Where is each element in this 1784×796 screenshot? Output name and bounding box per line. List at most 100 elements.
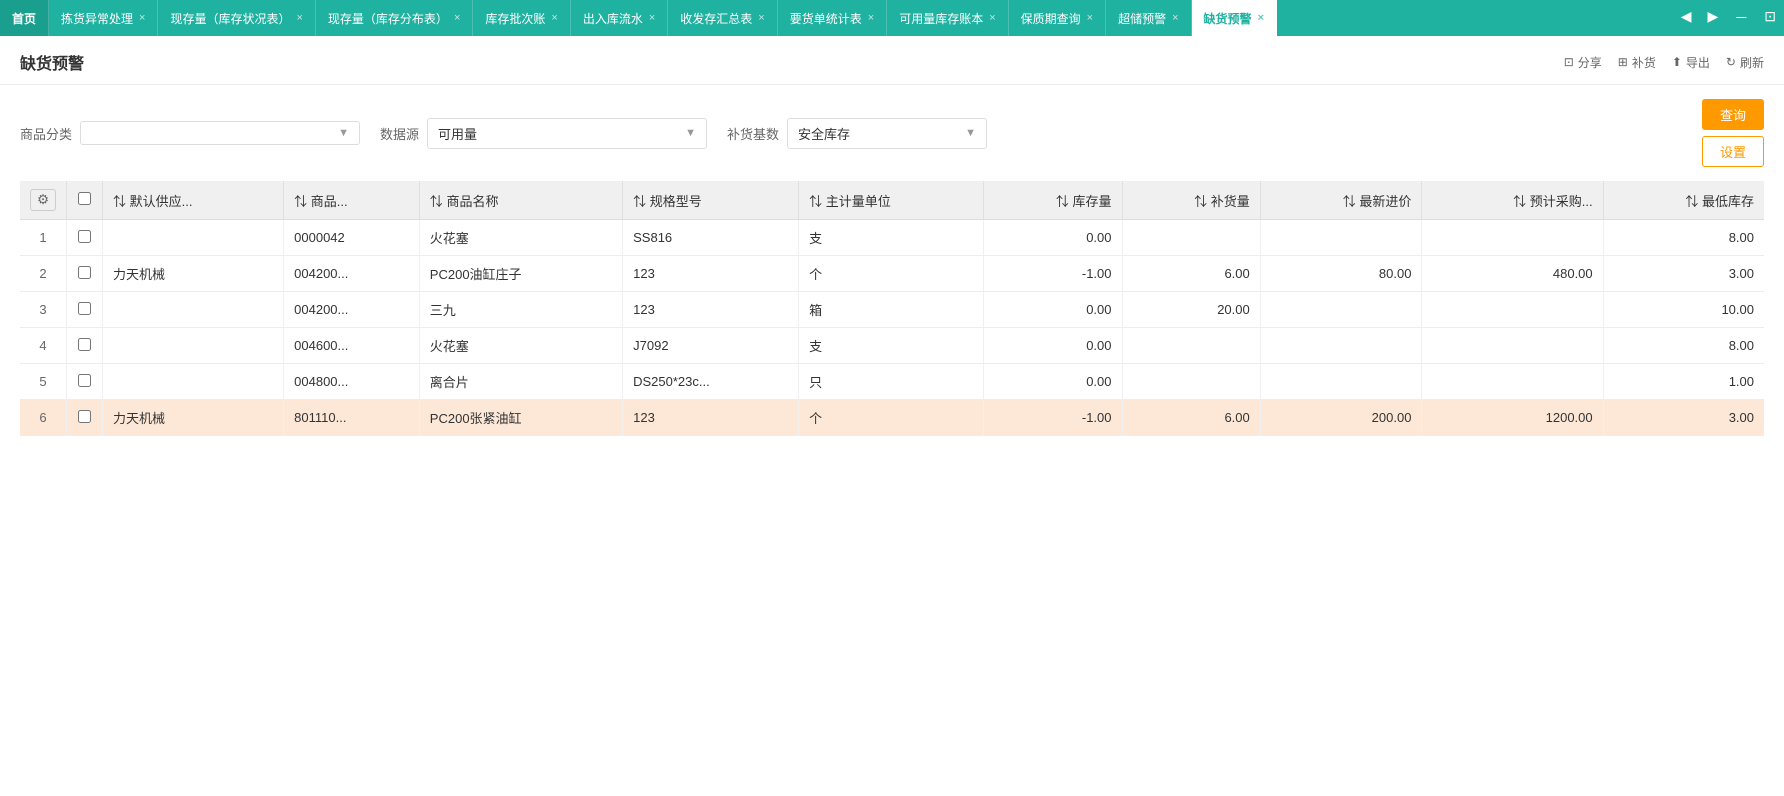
row-stock-3: 0.00 [984, 292, 1122, 328]
table-container: ⚙ ⇅ 默认供应... ⇅ 商品... ⇅ 商品 [0, 181, 1784, 436]
tab-t8[interactable]: 可用量库存账本× [887, 0, 1008, 36]
row-min-stock-6: 3.00 [1603, 400, 1764, 436]
row-unit-2: 个 [799, 256, 984, 292]
replenish-base-filter-group: 补货基数 安全库存 ▼ [727, 118, 987, 149]
tab-close-t2[interactable]: × [296, 12, 302, 24]
tab-nav-arrows: ◀ ▶ － ⊡ [1673, 8, 1784, 28]
share-button[interactable]: ⊡ 分享 [1564, 54, 1602, 71]
row-supplier-4 [102, 328, 283, 364]
row-estimated-purchase-4 [1422, 328, 1603, 364]
col-check [66, 181, 102, 220]
col-product-name: ⇅ 商品名称 [419, 181, 622, 220]
query-button[interactable]: 查询 [1702, 99, 1764, 130]
export-button[interactable]: ⬆ 导出 [1672, 54, 1710, 71]
tab-t6[interactable]: 收发存汇总表× [668, 0, 777, 36]
row-supplier-3 [102, 292, 283, 328]
row-min-stock-1: 8.00 [1603, 220, 1764, 256]
row-estimated-purchase-5 [1422, 364, 1603, 400]
row-stock-1: 0.00 [984, 220, 1122, 256]
row-num-5: 5 [20, 364, 66, 400]
row-unit-3: 箱 [799, 292, 984, 328]
tab-t5[interactable]: 出入库流水× [571, 0, 668, 36]
category-select[interactable]: ▼ [80, 121, 360, 145]
tab-t9[interactable]: 保质期查询× [1009, 0, 1106, 36]
tab-next-arrow[interactable]: ▶ [1699, 8, 1726, 28]
tab-close-t10[interactable]: × [1172, 12, 1178, 24]
tab-t4[interactable]: 库存批次账× [473, 0, 570, 36]
settings-button[interactable]: 设置 [1702, 136, 1764, 167]
tab-close-t3[interactable]: × [454, 12, 460, 24]
col-product-code: ⇅ 商品... [284, 181, 420, 220]
refresh-button[interactable]: ↻ 刷新 [1726, 54, 1764, 71]
row-spec-3: 123 [623, 292, 799, 328]
row-product-name-5: 离合片 [419, 364, 622, 400]
row-supplier-6: 力天机械 [102, 400, 283, 436]
row-product-code-6: 801110... [284, 400, 420, 436]
filter-right-actions: 查询 设置 [1702, 99, 1764, 167]
tab-home[interactable]: 首页 [0, 0, 49, 36]
row-checkbox-2[interactable] [78, 266, 91, 279]
tab-close-t6[interactable]: × [758, 12, 764, 24]
tab-close-t4[interactable]: × [551, 12, 557, 24]
tab-t11[interactable]: 缺货预警× [1192, 0, 1277, 36]
row-checkbox-1[interactable] [78, 230, 91, 243]
datasource-select[interactable]: 可用量 ▼ [427, 118, 707, 149]
row-num-2: 2 [20, 256, 66, 292]
row-min-stock-3: 10.00 [1603, 292, 1764, 328]
row-spec-1: SS816 [623, 220, 799, 256]
replenish-base-select[interactable]: 安全库存 ▼ [787, 118, 987, 149]
table-row: 1 0000042 火花塞 SS816 支 0.00 8.00 [20, 220, 1764, 256]
row-replenish-3: 20.00 [1122, 292, 1260, 328]
row-latest-price-4 [1260, 328, 1422, 364]
row-estimated-purchase-3 [1422, 292, 1603, 328]
replenish-button[interactable]: ⊞ 补货 [1618, 54, 1656, 71]
row-spec-5: DS250*23c... [623, 364, 799, 400]
col-latest-price: ⇅ 最新进价 [1260, 181, 1422, 220]
filter-bar: 商品分类 ▼ 数据源 可用量 ▼ 补货基数 安全库存 ▼ 查询 设置 [0, 85, 1784, 181]
row-stock-4: 0.00 [984, 328, 1122, 364]
window-minimize[interactable]: － [1726, 8, 1756, 28]
tab-t3[interactable]: 现存量（库存分布表）× [316, 0, 473, 36]
main-content: 缺货预警 ⊡ 分享 ⊞ 补货 ⬆ 导出 ↻ 刷新 商品分类 [0, 36, 1784, 796]
tab-prev-arrow[interactable]: ◀ [1673, 8, 1700, 28]
row-product-name-6: PC200张紧油缸 [419, 400, 622, 436]
tab-close-t7[interactable]: × [868, 12, 874, 24]
page-header: 缺货预警 ⊡ 分享 ⊞ 补货 ⬆ 导出 ↻ 刷新 [0, 36, 1784, 85]
tab-close-t5[interactable]: × [649, 12, 655, 24]
row-checkbox-3[interactable] [78, 302, 91, 315]
row-estimated-purchase-2: 480.00 [1422, 256, 1603, 292]
refresh-icon: ↻ [1726, 55, 1736, 69]
datasource-label: 数据源 [380, 124, 419, 143]
tab-t2[interactable]: 现存量（库存状况表）× [158, 0, 315, 36]
table-row: 4 004600... 火花塞 J7092 支 0.00 8.00 [20, 328, 1764, 364]
col-gear: ⚙ [20, 181, 66, 220]
export-icon: ⬆ [1672, 55, 1682, 69]
tab-t1[interactable]: 拣货异常处理× [49, 0, 158, 36]
row-checkbox-4[interactable] [78, 338, 91, 351]
col-spec: ⇅ 规格型号 [623, 181, 799, 220]
tab-t10[interactable]: 超储预警× [1106, 0, 1191, 36]
row-checkbox-5[interactable] [78, 374, 91, 387]
tab-bar: 首页拣货异常处理×现存量（库存状况表）×现存量（库存分布表）×库存批次账×出入库… [0, 0, 1784, 36]
row-num-6: 6 [20, 400, 66, 436]
row-unit-6: 个 [799, 400, 984, 436]
column-settings-button[interactable]: ⚙ [30, 189, 56, 211]
tab-t7[interactable]: 要货单统计表× [778, 0, 887, 36]
row-check-2 [66, 256, 102, 292]
category-filter-group: 商品分类 ▼ [20, 121, 360, 145]
data-table: ⚙ ⇅ 默认供应... ⇅ 商品... ⇅ 商品 [20, 181, 1764, 436]
row-stock-6: -1.00 [984, 400, 1122, 436]
tab-close-t11[interactable]: × [1258, 12, 1264, 24]
select-all-checkbox[interactable] [78, 192, 91, 205]
row-replenish-2: 6.00 [1122, 256, 1260, 292]
tab-close-t1[interactable]: × [139, 12, 145, 24]
window-maximize[interactable]: ⊡ [1756, 8, 1784, 28]
row-estimated-purchase-1 [1422, 220, 1603, 256]
datasource-dropdown-arrow: ▼ [685, 127, 696, 139]
col-supplier: ⇅ 默认供应... [102, 181, 283, 220]
page-title: 缺货预警 [20, 50, 1564, 74]
row-checkbox-6[interactable] [78, 410, 91, 423]
tab-close-t9[interactable]: × [1087, 12, 1093, 24]
tab-close-t8[interactable]: × [989, 12, 995, 24]
row-product-code-1: 0000042 [284, 220, 420, 256]
